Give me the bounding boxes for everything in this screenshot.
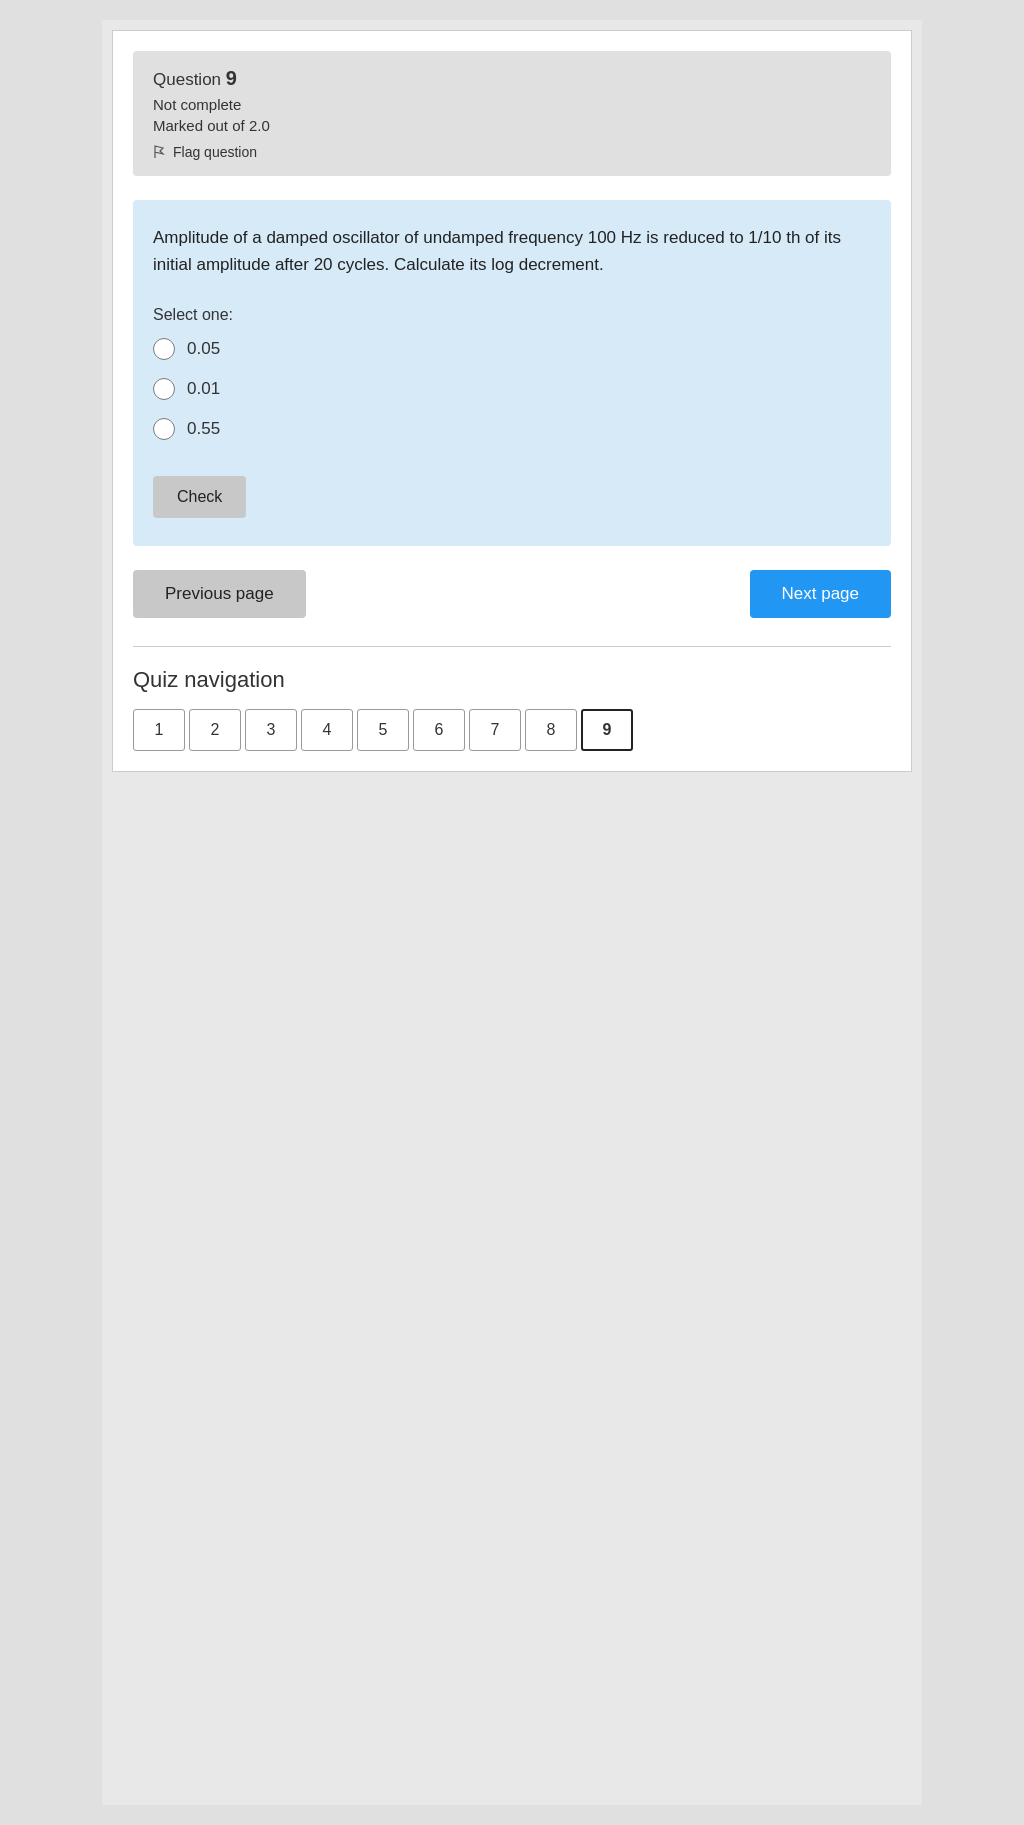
quiz-navigation: Quiz navigation 123456789 xyxy=(133,667,891,751)
radio-option-1[interactable] xyxy=(153,338,175,360)
quiz-nav-btn-3[interactable]: 3 xyxy=(245,709,297,751)
question-info-box: Question 9 Not complete Marked out of 2.… xyxy=(133,51,891,176)
select-one-label: Select one: xyxy=(153,306,871,324)
question-number: Question 9 xyxy=(153,67,871,90)
option-1[interactable]: 0.05 xyxy=(153,338,871,360)
flag-question-label: Flag question xyxy=(173,144,257,160)
question-content-box: Amplitude of a damped oscillator of unda… xyxy=(133,200,891,546)
nav-buttons: Previous page Next page xyxy=(133,570,891,618)
option-1-label: 0.05 xyxy=(187,339,220,359)
option-2[interactable]: 0.01 xyxy=(153,378,871,400)
question-text: Amplitude of a damped oscillator of unda… xyxy=(153,224,871,278)
option-3[interactable]: 0.55 xyxy=(153,418,871,440)
question-number-prefix: Question xyxy=(153,70,226,89)
quiz-nav-btn-8[interactable]: 8 xyxy=(525,709,577,751)
flag-question-button[interactable]: Flag question xyxy=(153,144,871,160)
quiz-nav-btn-2[interactable]: 2 xyxy=(189,709,241,751)
option-2-label: 0.01 xyxy=(187,379,220,399)
quiz-nav-title: Quiz navigation xyxy=(133,667,891,693)
question-number-value: 9 xyxy=(226,67,237,89)
next-page-button[interactable]: Next page xyxy=(750,570,892,618)
check-button[interactable]: Check xyxy=(153,476,246,518)
question-status: Not complete xyxy=(153,96,871,113)
quiz-nav-btn-1[interactable]: 1 xyxy=(133,709,185,751)
radio-option-3[interactable] xyxy=(153,418,175,440)
question-marked: Marked out of 2.0 xyxy=(153,117,871,134)
quiz-nav-btn-9[interactable]: 9 xyxy=(581,709,633,751)
radio-option-2[interactable] xyxy=(153,378,175,400)
previous-page-button[interactable]: Previous page xyxy=(133,570,306,618)
option-3-label: 0.55 xyxy=(187,419,220,439)
quiz-nav-btn-4[interactable]: 4 xyxy=(301,709,353,751)
outer-card: Question 9 Not complete Marked out of 2.… xyxy=(112,30,912,772)
quiz-nav-btn-7[interactable]: 7 xyxy=(469,709,521,751)
page-container: Question 9 Not complete Marked out of 2.… xyxy=(102,20,922,1805)
flag-icon xyxy=(153,145,167,159)
quiz-nav-btn-5[interactable]: 5 xyxy=(357,709,409,751)
quiz-nav-btn-6[interactable]: 6 xyxy=(413,709,465,751)
section-divider xyxy=(133,646,891,647)
quiz-nav-numbers: 123456789 xyxy=(133,709,891,751)
